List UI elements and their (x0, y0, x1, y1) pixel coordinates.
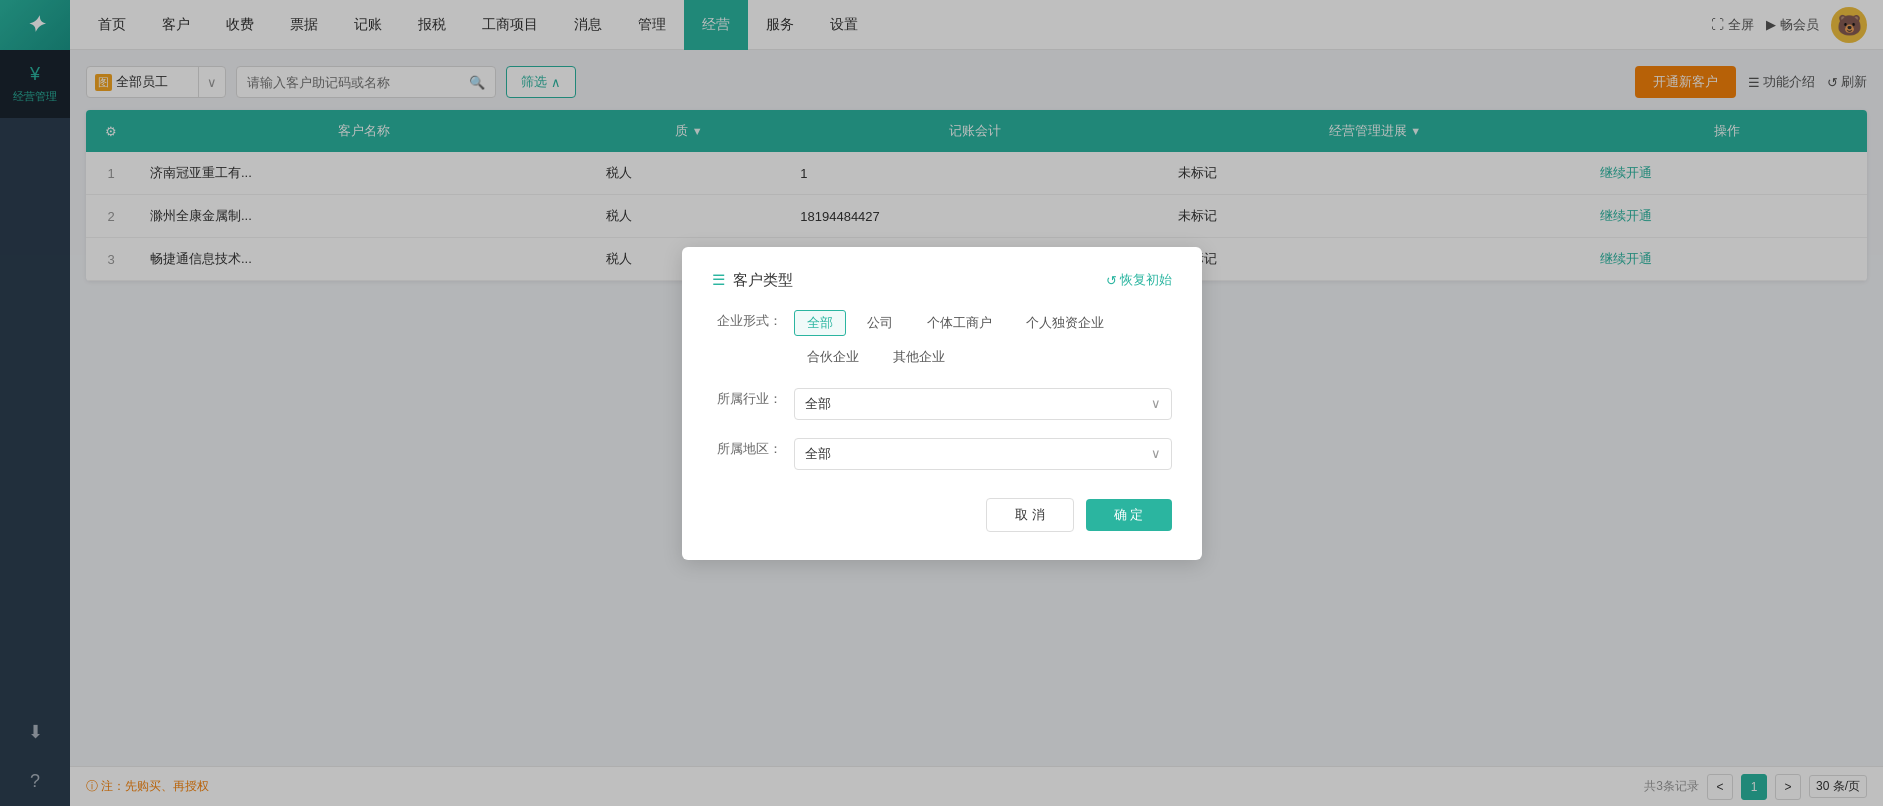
industry-select-arrow: ∨ (1151, 396, 1161, 411)
modal-footer: 取 消 确 定 (712, 498, 1172, 532)
enterprise-form-tags: 全部公司个体工商户个人独资企业合伙企业其他企业 (794, 310, 1172, 370)
enterprise-tag-其他企业[interactable]: 其他企业 (880, 344, 958, 370)
enterprise-form-row: 企业形式： 全部公司个体工商户个人独资企业合伙企业其他企业 (712, 310, 1172, 370)
enterprise-tag-个体工商户[interactable]: 个体工商户 (914, 310, 1005, 336)
region-select-arrow: ∨ (1151, 446, 1161, 461)
industry-select-value: 全部 (805, 395, 831, 413)
region-row: 所属地区： 全部 ∨ (712, 438, 1172, 470)
industry-select[interactable]: 全部 ∨ (794, 388, 1172, 420)
modal-title: ☰ 客户类型 (712, 271, 793, 290)
modal-header: ☰ 客户类型 ↺ 恢复初始 (712, 271, 1172, 290)
region-select[interactable]: 全部 ∨ (794, 438, 1172, 470)
enterprise-tag-全部[interactable]: 全部 (794, 310, 846, 336)
region-label: 所属地区： (712, 438, 782, 458)
enterprise-tag-个人独资企业[interactable]: 个人独资企业 (1013, 310, 1117, 336)
region-select-value: 全部 (805, 445, 831, 463)
enterprise-tag-合伙企业[interactable]: 合伙企业 (794, 344, 872, 370)
modal-title-text: 客户类型 (733, 271, 793, 290)
filter-modal: ☰ 客户类型 ↺ 恢复初始 企业形式： 全部公司个体工商户个人独资企业合伙企业其… (682, 247, 1202, 560)
modal-overlay: ☰ 客户类型 ↺ 恢复初始 企业形式： 全部公司个体工商户个人独资企业合伙企业其… (0, 0, 1883, 806)
industry-row: 所属行业： 全部 ∨ (712, 388, 1172, 420)
reset-label: 恢复初始 (1120, 271, 1172, 289)
enterprise-form-label: 企业形式： (712, 310, 782, 330)
modal-reset-btn[interactable]: ↺ 恢复初始 (1106, 271, 1172, 289)
enterprise-tag-公司[interactable]: 公司 (854, 310, 906, 336)
cancel-button[interactable]: 取 消 (986, 498, 1074, 532)
confirm-button[interactable]: 确 定 (1086, 499, 1172, 531)
modal-title-icon: ☰ (712, 271, 725, 289)
industry-label: 所属行业： (712, 388, 782, 408)
reset-icon: ↺ (1106, 273, 1117, 288)
